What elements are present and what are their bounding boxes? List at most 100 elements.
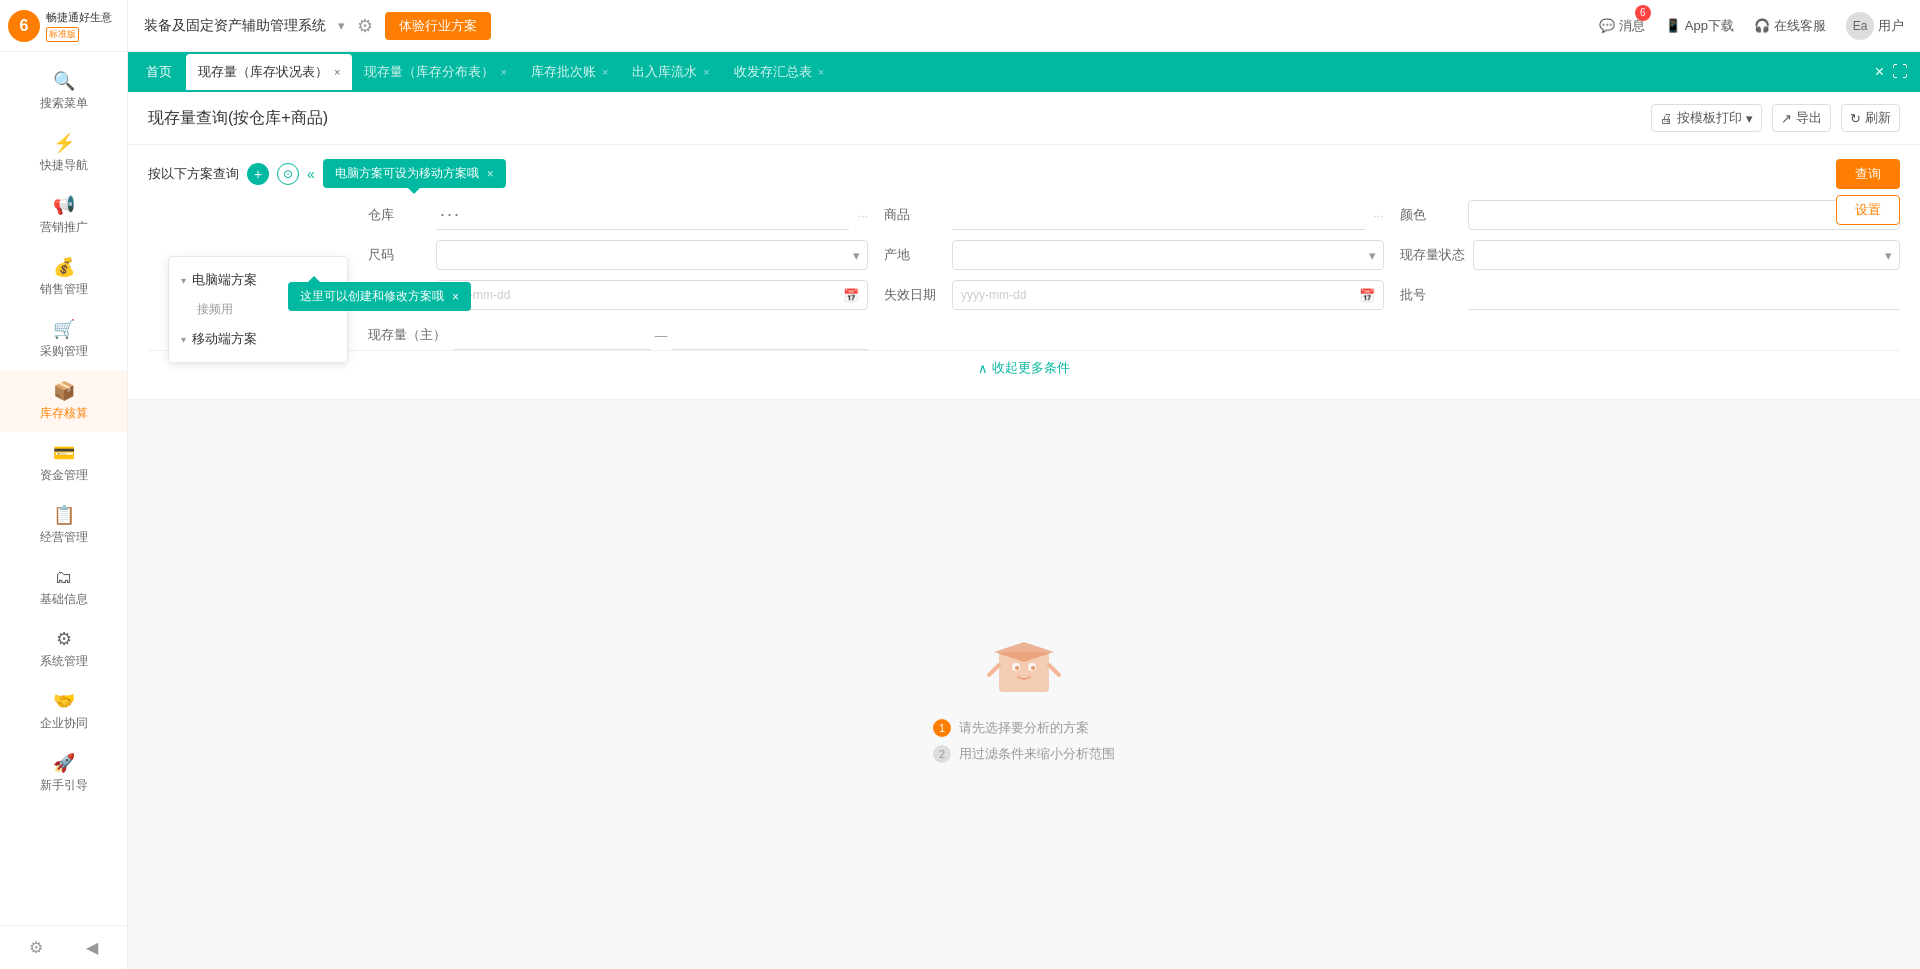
online-support-item[interactable]: 🎧 在线客服: [1754, 17, 1826, 35]
range-dash: —: [655, 328, 668, 343]
tab-close-batch[interactable]: ×: [602, 66, 608, 78]
refresh-button[interactable]: ↻ 刷新: [1841, 104, 1900, 132]
avatar: Ea: [1846, 12, 1874, 40]
sidebar: 6 畅捷通好生意 标准版 🔍 搜索菜单 ⚡ 快捷导航 📢 营销推广 💰 销售管理…: [0, 0, 128, 969]
expire-date-calendar-icon[interactable]: 📅: [1359, 288, 1375, 303]
tooltip-close[interactable]: ×: [487, 167, 494, 181]
tip-1: 1 请先选择要分析的方案: [933, 719, 1115, 737]
goods-label: 商品: [884, 206, 944, 224]
system-dropdown-icon[interactable]: ▾: [338, 18, 345, 33]
message-badge: 6: [1635, 5, 1651, 21]
user-item[interactable]: Ea 用户: [1846, 12, 1904, 40]
system-name: 装备及固定资产辅助管理系统: [144, 17, 326, 35]
tab-close-stock-status[interactable]: ×: [334, 66, 340, 78]
expire-date-input[interactable]: yyyy-mm-dd 📅: [952, 280, 1384, 310]
svg-line-6: [1049, 665, 1059, 675]
warehouse-input[interactable]: [436, 200, 849, 230]
page-content: 现存量查询(按仓库+商品) 🖨 按模板打印 ▾ ↗ 导出 ↻ 刷新: [128, 92, 1920, 969]
svg-point-4: [1031, 666, 1035, 670]
edit-scheme-tooltip: 这里可以创建和修改方案哦 ×: [288, 282, 471, 311]
tab-close-collect[interactable]: ×: [818, 66, 824, 78]
tip-text-2: 用过滤条件来缩小分析范围: [959, 745, 1115, 763]
size-select[interactable]: [436, 240, 868, 270]
prod-date-input[interactable]: yyyy-mm-dd 📅: [436, 280, 868, 310]
collapse-button[interactable]: ∧ 收起更多条件: [148, 350, 1900, 385]
main-area: 装备及固定资产辅助管理系统 ▾ ⚙ 体验行业方案 💬 消息 6 📱 App下载 …: [128, 0, 1920, 969]
prod-date-calendar-icon[interactable]: 📅: [843, 288, 859, 303]
size-field: 尺码: [368, 240, 868, 270]
asset-icon: 💳: [53, 442, 75, 464]
stock-status-label: 现存量状态: [1400, 246, 1465, 264]
warehouse-dots[interactable]: ···: [857, 208, 868, 223]
tab-batch[interactable]: 库存批次账 ×: [519, 56, 620, 88]
empty-state: 1 请先选择要分析的方案 2 用过滤条件来缩小分析范围: [128, 400, 1920, 969]
sidebar-collapse-icon[interactable]: ◀: [86, 938, 98, 957]
header: 装备及固定资产辅助管理系统 ▾ ⚙ 体验行业方案 💬 消息 6 📱 App下载 …: [128, 0, 1920, 52]
print-icon: 🖨: [1660, 111, 1673, 126]
mobile-tree-arrow: ▾: [181, 334, 186, 345]
sidebar-item-system[interactable]: ⚙ 系统管理: [0, 618, 127, 680]
search-menu-icon: 🔍: [53, 70, 75, 92]
stock-main-from[interactable]: [454, 320, 651, 350]
stock-main-to[interactable]: [672, 320, 869, 350]
basic-icon: 🗂: [53, 566, 75, 588]
nav-icon: ⚡: [53, 132, 75, 154]
sidebar-item-operation[interactable]: 📋 经营管理: [0, 494, 127, 556]
export-button[interactable]: ↗ 导出: [1772, 104, 1831, 132]
header-settings-icon[interactable]: ⚙: [357, 15, 373, 37]
filter-arrow-button[interactable]: «: [307, 166, 315, 182]
batch-label: 批号: [1400, 286, 1460, 304]
origin-select[interactable]: [952, 240, 1384, 270]
tabs-close-all-icon[interactable]: ×: [1875, 63, 1884, 81]
stock-status-select[interactable]: [1473, 240, 1900, 270]
batch-input[interactable]: [1468, 280, 1900, 310]
filter-add-button[interactable]: +: [247, 163, 269, 185]
sidebar-item-purchase[interactable]: 🛒 采购管理: [0, 308, 127, 370]
pc-tree-arrow: ▾: [181, 275, 186, 286]
tab-collect[interactable]: 收发存汇总表 ×: [722, 56, 836, 88]
size-label: 尺码: [368, 246, 428, 264]
sidebar-item-asset[interactable]: 💳 资金管理: [0, 432, 127, 494]
warehouse-label: 仓库: [368, 206, 428, 224]
sidebar-item-search[interactable]: 🔍 搜索菜单: [0, 60, 127, 122]
tabs-fullscreen-icon[interactable]: ⛶: [1892, 63, 1908, 81]
scheme-mobile[interactable]: ▾ 移动端方案: [169, 324, 347, 354]
tab-close-inout[interactable]: ×: [703, 66, 709, 78]
goods-dots[interactable]: ···: [1373, 208, 1384, 223]
sidebar-item-basic[interactable]: 🗂 基础信息: [0, 556, 127, 618]
print-button[interactable]: 🖨 按模板打印 ▾: [1651, 104, 1762, 132]
stock-main-label: 现存量（主）: [368, 326, 446, 344]
sidebar-item-enterprise[interactable]: 🤝 企业协同: [0, 680, 127, 742]
reset-button[interactable]: 设置: [1836, 195, 1900, 225]
sidebar-item-marketing[interactable]: 📢 营销推广: [0, 184, 127, 246]
tab-home[interactable]: 首页: [132, 52, 186, 92]
tab-close-stock-dist[interactable]: ×: [500, 66, 506, 78]
sidebar-settings-icon[interactable]: ⚙: [29, 938, 43, 957]
app-download-item[interactable]: 📱 App下载: [1665, 17, 1734, 35]
edit-tooltip-close[interactable]: ×: [452, 290, 459, 304]
tab-stock-status[interactable]: 现存量（库存状况表） ×: [186, 54, 352, 90]
print-dropdown-icon: ▾: [1746, 111, 1753, 126]
query-reset-group: 查询 设置: [1836, 159, 1900, 225]
sidebar-item-nav[interactable]: ⚡ 快捷导航: [0, 122, 127, 184]
goods-input[interactable]: [952, 200, 1365, 230]
expire-date-field: 失效日期 yyyy-mm-dd 📅: [884, 280, 1384, 310]
tooltip-text: 电脑方案可设为移动方案哦: [335, 165, 479, 182]
warehouse-field: 仓库 ···: [368, 200, 868, 230]
refresh-icon: ↻: [1850, 111, 1861, 126]
origin-label: 产地: [884, 246, 944, 264]
message-icon: 💬: [1599, 18, 1615, 33]
scheme-panel: ▾ 电脑端方案 接频用 ▾ 移动端方案 这里可以创建和修改方案哦 ×: [148, 200, 1900, 350]
query-button[interactable]: 查询: [1836, 159, 1900, 189]
filter-row-4: 现存量（主） —: [368, 320, 1900, 350]
sidebar-item-stock[interactable]: 📦 库存核算: [0, 370, 127, 432]
trial-button[interactable]: 体验行业方案: [385, 12, 491, 40]
sidebar-item-guide[interactable]: 🚀 新手引导: [0, 742, 127, 804]
tab-inout[interactable]: 出入库流水 ×: [620, 56, 721, 88]
sidebar-item-sales[interactable]: 💰 销售管理: [0, 246, 127, 308]
stock-status-field: 现存量状态: [1400, 240, 1900, 270]
filter-copy-button[interactable]: ⊙: [277, 163, 299, 185]
tab-stock-dist[interactable]: 现存量（库存分布表） ×: [352, 56, 518, 88]
filter-header: 按以下方案查询 + ⊙ « 电脑方案可设为移动方案哦 ×: [148, 159, 1900, 188]
message-item[interactable]: 💬 消息 6: [1599, 17, 1645, 35]
